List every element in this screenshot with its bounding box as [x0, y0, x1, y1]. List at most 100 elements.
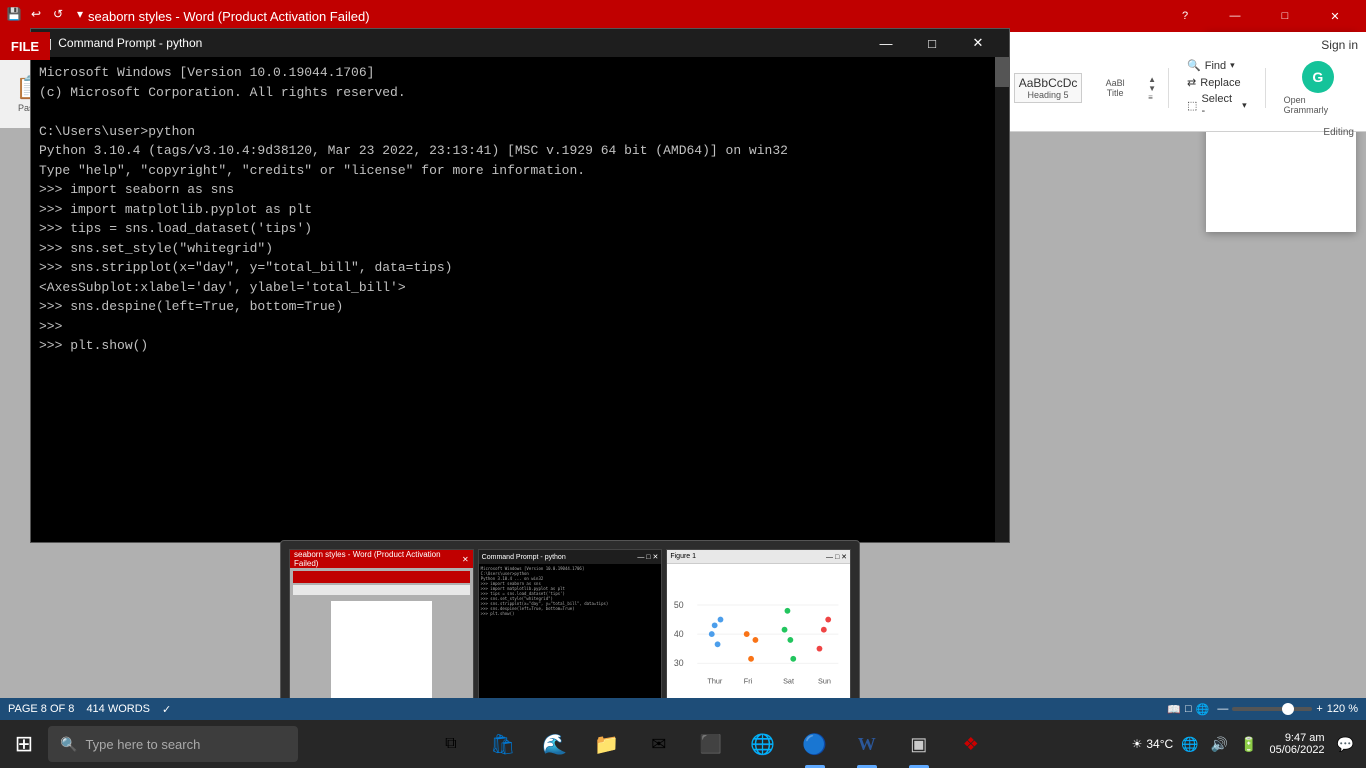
taskbar-mail[interactable]: ✉ [635, 720, 683, 768]
start-icon: ⊞ [15, 731, 33, 757]
preview-figure-controls: — □ ✕ [826, 553, 847, 561]
tray-date-text: 05/06/2022 [1270, 744, 1325, 756]
cmd-title-text: Command Prompt - python [58, 36, 202, 50]
minimize-btn[interactable]: — [1212, 0, 1258, 32]
ms-store2-icon: ⬛ [700, 734, 722, 755]
grammarly-icon: G [1302, 61, 1334, 93]
cmd-line-8: >>> import matplotlib.pyplot as plt [39, 200, 1001, 220]
restore-btn[interactable]: □ [1262, 0, 1308, 32]
undo-qa-btn[interactable]: ↩ [26, 4, 46, 24]
select-icon: ⬚ [1187, 99, 1197, 112]
more-qa-btn[interactable]: ▾ [70, 4, 90, 24]
cmd-restore-btn[interactable]: □ [909, 29, 955, 57]
cmd-line-1: Microsoft Windows [Version 10.0.19044.17… [39, 63, 1001, 83]
title-style[interactable]: AaBl Title [1090, 76, 1140, 100]
zoom-bar: — + 120 % [1217, 703, 1358, 715]
file-tab[interactable]: FILE [0, 32, 50, 60]
cmd-line-13: >>> sns.despine(left=True, bottom=True) [39, 297, 1001, 317]
zoom-in-btn[interactable]: + [1316, 703, 1322, 715]
status-bar-right: 📖 □ 🌐 — + 120 % [1167, 703, 1358, 716]
cmd-line-14: >>> [39, 317, 1001, 337]
taskbar-word[interactable]: W [843, 720, 891, 768]
status-bar: PAGE 8 OF 8 414 WORDS ✓ 📖 □ 🌐 — + 120 % [0, 698, 1366, 720]
taskbar-explorer[interactable]: 📁 [583, 720, 631, 768]
preview-figure-content: 50 40 30 [667, 564, 850, 710]
heading5-label: Heading 5 [1028, 90, 1069, 100]
style-up-arrow[interactable]: ▲ [1148, 75, 1156, 84]
zoom-thumb[interactable] [1282, 703, 1294, 715]
zoom-out-btn[interactable]: — [1217, 703, 1228, 715]
word-count: 414 WORDS [86, 703, 150, 715]
tray-clock[interactable]: 9:47 am 05/06/2022 [1266, 732, 1329, 756]
web-view-btn[interactable]: 🌐 [1196, 703, 1210, 716]
replace-label: Replace [1200, 77, 1240, 89]
find-btn[interactable]: 🔍 Find ▾ [1185, 58, 1249, 73]
cmd-line-3 [39, 102, 1001, 122]
word-icon: W [858, 734, 876, 755]
style-down-arrow[interactable]: ▼ [1148, 84, 1156, 93]
style-more-arrow[interactable]: ≡ [1148, 93, 1156, 102]
chrome-icon: 🔵 [802, 732, 827, 757]
taskbar-store[interactable]: 🛍 [479, 720, 527, 768]
cmd-scrollbar[interactable] [995, 57, 1009, 542]
title-preview: AaBl [1106, 78, 1125, 88]
taskbar-other[interactable]: ❖ [947, 720, 995, 768]
taskbar-chrome[interactable]: 🔵 [791, 720, 839, 768]
taskbar-terminal[interactable]: ▣ [895, 720, 943, 768]
ribbon-separator2 [1265, 68, 1266, 108]
cmd-line-15: >>> plt.show() [39, 336, 1001, 356]
ribbon-right-panel: Sign in AaBbCcDc Heading 5 AaBl Title ▲ … [1006, 32, 1366, 132]
explorer-icon: 📁 [594, 732, 619, 757]
preview-word-bg [293, 597, 470, 707]
tray-weather[interactable]: ☀ 34°C [1132, 737, 1174, 751]
preview-cmd-titlebar: Command Prompt - python — □ ✕ [479, 550, 662, 564]
grammarly-group[interactable]: G Open Grammarly [1278, 59, 1358, 117]
sign-in-link[interactable]: Sign in [1321, 38, 1358, 52]
preview-cmd-title: Command Prompt - python [482, 554, 566, 561]
preview-figure[interactable]: Figure 1 — □ ✕ 50 40 30 [666, 549, 851, 711]
cmd-scrollbar-thumb[interactable] [995, 57, 1009, 87]
zoom-slider[interactable] [1232, 707, 1312, 711]
replace-icon: ⇄ [1187, 76, 1196, 89]
undo-arrow-qa-btn[interactable]: ↺ [48, 4, 68, 24]
svg-text:Fri: Fri [744, 677, 753, 686]
find-icon: 🔍 [1187, 59, 1201, 72]
taskview-icon: ⧉ [445, 735, 456, 753]
preview-word-titlebar: seaborn styles - Word (Product Activatio… [290, 550, 473, 568]
save-qa-btn[interactable]: 💾 [4, 4, 24, 24]
taskbar-ms-store2[interactable]: ⬛ [687, 720, 735, 768]
preview-cmd-content: Microsoft Windows [Version 10.0.19044.17… [479, 564, 662, 710]
style-arrows[interactable]: ▲ ▼ ≡ [1148, 75, 1156, 102]
proofing-icon: ✓ [162, 703, 171, 716]
taskbar-start-btn[interactable]: ⊞ [0, 720, 48, 768]
replace-btn[interactable]: ⇄ Replace [1185, 75, 1249, 90]
heading5-preview: AaBbCcDc [1019, 76, 1078, 90]
tray-battery-icon: 🔋 [1236, 734, 1261, 755]
cmd-line-7: >>> import seaborn as sns [39, 180, 1001, 200]
preview-cmd[interactable]: Command Prompt - python — □ ✕ Microsoft … [478, 549, 663, 711]
close-btn[interactable]: ✕ [1312, 0, 1358, 32]
print-view-btn[interactable]: □ [1185, 703, 1192, 715]
preview-chart: 50 40 30 [671, 568, 846, 706]
preview-word[interactable]: seaborn styles - Word (Product Activatio… [289, 549, 474, 711]
taskbar-search[interactable]: 🔍 Type here to search [48, 726, 298, 762]
taskbar-browser[interactable]: 🌐 [739, 720, 787, 768]
taskbar-taskview[interactable]: ⧉ [427, 720, 475, 768]
read-view-btn[interactable]: 📖 [1167, 703, 1181, 716]
cmd-minimize-btn[interactable]: — [863, 29, 909, 57]
tray-network-icon[interactable]: 🌐 [1177, 734, 1202, 755]
select-btn[interactable]: ⬚ Select - ▾ [1185, 92, 1249, 118]
cmd-line-2: (c) Microsoft Corporation. All rights re… [39, 83, 1001, 103]
cmd-close-btn[interactable]: ✕ [955, 29, 1001, 57]
mail-icon: ✉ [651, 734, 666, 755]
preview-word-content [290, 568, 473, 710]
heading5-style[interactable]: AaBbCcDc Heading 5 [1014, 73, 1082, 103]
tray-notification-icon[interactable]: 💬 [1333, 734, 1358, 755]
titlebar-controls: ? — □ ✕ [1162, 0, 1358, 32]
taskbar-edge[interactable]: 🌊 [531, 720, 579, 768]
cmd-line-4: C:\Users\user>python [39, 122, 1001, 142]
help-btn[interactable]: ? [1162, 0, 1208, 32]
tray-volume-icon[interactable]: 🔊 [1207, 734, 1232, 755]
title-label: Title [1107, 88, 1124, 98]
svg-text:Sat: Sat [783, 677, 794, 686]
